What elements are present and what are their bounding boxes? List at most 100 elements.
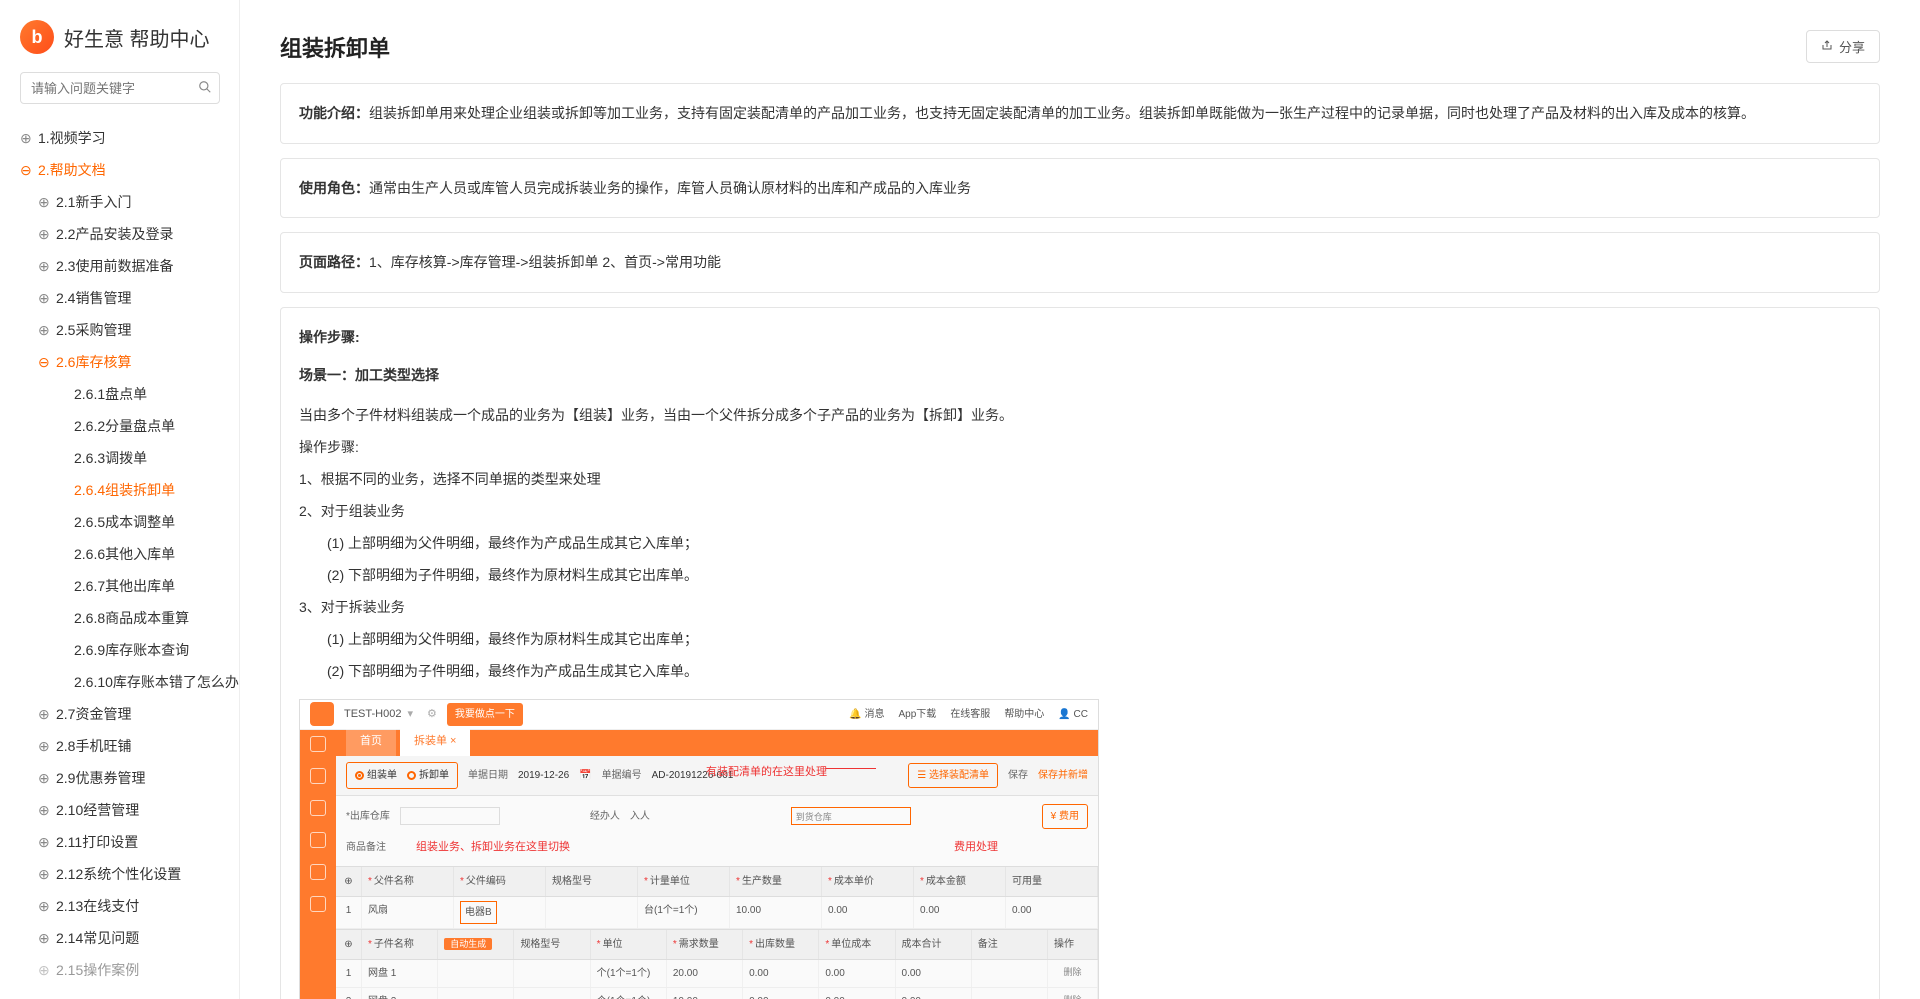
th-stock: 可用量 — [1006, 867, 1098, 896]
th-cost-amt: 成本金额 — [914, 867, 1006, 896]
td-stk: 0.00 — [1006, 897, 1098, 928]
nav-leaf-261[interactable]: 2.6.1盘点单 — [74, 378, 239, 410]
nav-label: 2.14常见问题 — [56, 928, 139, 948]
nav-sub-24[interactable]: ⊕2.4销售管理 — [38, 282, 239, 314]
th-child-need: 需求数量 — [667, 930, 743, 959]
role-text: 通常由生产人员或库管人员完成拆装业务的操作，库管人员确认原材料的出库和产成品的入… — [369, 180, 971, 196]
path-text: 1、库存核算->库存管理->组装拆卸单 2、首页->常用功能 — [369, 254, 721, 270]
plus-icon: ⊕ — [38, 770, 56, 787]
nav-sub-29[interactable]: ⊕2.9优惠券管理 — [38, 762, 239, 794]
parent-table: ⊕ 父件名称 父件编码 规格型号 计量单位 生产数量 成本单价 成本金额 可用量 — [336, 866, 1098, 929]
steps-heading: 操作步骤: — [299, 324, 1861, 351]
nav-sub-2: ⊕2.1新手入门 ⊕2.2产品安装及登录 ⊕2.3使用前数据准备 ⊕2.4销售管… — [20, 186, 239, 986]
nav-leaf-264[interactable]: 2.6.4组装拆卸单 — [74, 474, 239, 506]
nav-sub-212[interactable]: ⊕2.12系统个性化设置 — [38, 858, 239, 890]
main-content: 组装拆卸单 分享 功能介绍：组装拆卸单用来处理企业组装或拆卸等加工业务，支持有固… — [240, 0, 1920, 999]
nav-sub-21[interactable]: ⊕2.1新手入门 — [38, 186, 239, 218]
ss-form-row1: *出库仓库 经办人 入人 到货仓库 ¥ 费用 — [336, 796, 1098, 837]
nav-root: ⊕1.视频学习 ⊖2.帮助文档 ⊕2.1新手入门 ⊕2.2产品安装及登录 ⊕2.… — [20, 122, 239, 986]
nav-leaf-2610[interactable]: 2.6.10库存账本错了怎么办 — [74, 666, 239, 698]
td-ca: 0.00 — [914, 897, 1006, 928]
btn-save: 保存 — [1008, 766, 1028, 785]
nav-sub-28[interactable]: ⊕2.8手机旺铺 — [38, 730, 239, 762]
child-thead: ⊕ 子件名称 自动生成 规格型号 单位 需求数量 出库数量 单位成本 成本合计 … — [336, 929, 1098, 960]
plus-icon: ⊕ — [20, 130, 38, 147]
page-title: 组装拆卸单 — [280, 31, 390, 63]
ss-form-row2: 商品备注 组装业务、拆卸业务在这里切换 费用处理 — [336, 837, 1098, 866]
nav-sub-210[interactable]: ⊕2.10经营管理 — [38, 794, 239, 826]
td-name: 网盘 1 — [362, 960, 438, 987]
lbl-out-wh: *出库仓库 — [346, 807, 390, 826]
ss-pill: 我要做点一下 — [447, 703, 523, 726]
nav-leaf-263[interactable]: 2.6.3调拨单 — [74, 442, 239, 474]
nav-label: 2.2产品安装及登录 — [56, 224, 173, 244]
plus-icon: ⊕ — [38, 322, 56, 339]
share-label: 分享 — [1839, 37, 1865, 56]
nav-sub-214[interactable]: ⊕2.14常见问题 — [38, 922, 239, 954]
plus-icon: ⊕ — [38, 258, 56, 275]
path-label: 页面路径： — [299, 254, 369, 270]
plus-icon: ⊕ — [38, 930, 56, 947]
td-need: 10.00 — [667, 988, 743, 999]
annot-top: 有装配清单的在这里处理 — [706, 762, 827, 783]
search-input[interactable] — [20, 72, 220, 104]
parent-thead: ⊕ 父件名称 父件编码 规格型号 计量单位 生产数量 成本单价 成本金额 可用量 — [336, 866, 1098, 897]
plus-icon: ⊕ — [38, 962, 56, 979]
btn-fee-label: 费用 — [1059, 811, 1079, 822]
lbl-memo: 商品备注 — [346, 838, 386, 857]
inp-out-wh — [400, 807, 500, 825]
nav-sub-23[interactable]: ⊕2.3使用前数据准备 — [38, 250, 239, 282]
child-row-1: 1 网盘 1 个(1个=1个) 20.00 0.00 0.00 0.00 — [336, 960, 1098, 988]
nav-label: 1.视频学习 — [38, 128, 106, 148]
nav-leaf-265[interactable]: 2.6.5成本调整单 — [74, 506, 239, 538]
autogen-pill: 自动生成 — [444, 938, 492, 950]
nav-leaf-268[interactable]: 2.6.8商品成本重算 — [74, 602, 239, 634]
nav-sub-25[interactable]: ⊕2.5采购管理 — [38, 314, 239, 346]
td-need: 20.00 — [667, 960, 743, 987]
nav-item-video[interactable]: ⊕1.视频学习 — [20, 122, 239, 154]
plus-icon: ⊕ — [38, 802, 56, 819]
nav-sub-22[interactable]: ⊕2.2产品安装及登录 — [38, 218, 239, 250]
step3: 3、对于拆装业务 — [299, 593, 1861, 621]
ss-tabs: 首页 拆装单 × — [336, 730, 1098, 756]
btn-select-bom: ☰ 选择装配清单 — [908, 763, 998, 788]
role-box: 使用角色：通常由生产人员或库管人员完成拆装业务的操作，库管人员确认原材料的出库和… — [280, 158, 1880, 219]
td-ca: 0.00 — [896, 960, 972, 987]
nav-sub-26[interactable]: ⊖2.6库存核算 — [38, 346, 239, 378]
annot-radio: 组装业务、拆卸业务在这里切换 — [416, 837, 570, 858]
ss-left-rail — [300, 730, 336, 999]
nav-label: 2.7资金管理 — [56, 704, 131, 724]
nav-leaf-266[interactable]: 2.6.6其他入库单 — [74, 538, 239, 570]
ss-app: App下载 — [899, 705, 937, 724]
annot-arrow — [826, 768, 876, 769]
th-parent-code: 父件编码 — [454, 867, 546, 896]
nav-leaf-262[interactable]: 2.6.2分量盘点单 — [74, 410, 239, 442]
nav-label: 2.3使用前数据准备 — [56, 256, 173, 276]
nav-sub-27[interactable]: ⊕2.7资金管理 — [38, 698, 239, 730]
btn-select-label: 选择装配清单 — [929, 770, 989, 781]
nav-sub-215[interactable]: ⊕2.15操作案例 — [38, 954, 239, 986]
radio-cx: 拆卸单 — [407, 766, 449, 785]
nav-label: 2.9优惠券管理 — [56, 768, 145, 788]
ss-user-label: CC — [1074, 709, 1088, 720]
lbl-dest: 到货仓库 — [792, 812, 832, 822]
th-child-op: 操作 — [1048, 930, 1098, 959]
nav-leaf-269[interactable]: 2.6.9库存账本查询 — [74, 634, 239, 666]
td-memo — [972, 988, 1048, 999]
child-table: ⊕ 子件名称 自动生成 规格型号 单位 需求数量 出库数量 单位成本 成本合计 … — [336, 929, 1098, 999]
nav-leaf-267[interactable]: 2.6.7其他出库单 — [74, 570, 239, 602]
th-cost-unit: 成本单价 — [822, 867, 914, 896]
th-unit: 计量单位 — [638, 867, 730, 896]
ss-user: 👤 CC — [1058, 705, 1088, 724]
td-auto — [438, 960, 514, 987]
nav-label: 2.10经营管理 — [56, 800, 139, 820]
inp-dest-wh: 到货仓库 — [791, 807, 911, 825]
nav-item-help-docs[interactable]: ⊖2.帮助文档 — [20, 154, 239, 186]
nav-sub-213[interactable]: ⊕2.13在线支付 — [38, 890, 239, 922]
nav-sub-211[interactable]: ⊕2.11打印设置 — [38, 826, 239, 858]
td-spec — [514, 988, 590, 999]
share-button[interactable]: 分享 — [1806, 30, 1880, 63]
td-out: 0.00 — [743, 960, 819, 987]
ss-tab-home: 首页 — [346, 727, 396, 756]
search-icon[interactable] — [198, 80, 212, 97]
